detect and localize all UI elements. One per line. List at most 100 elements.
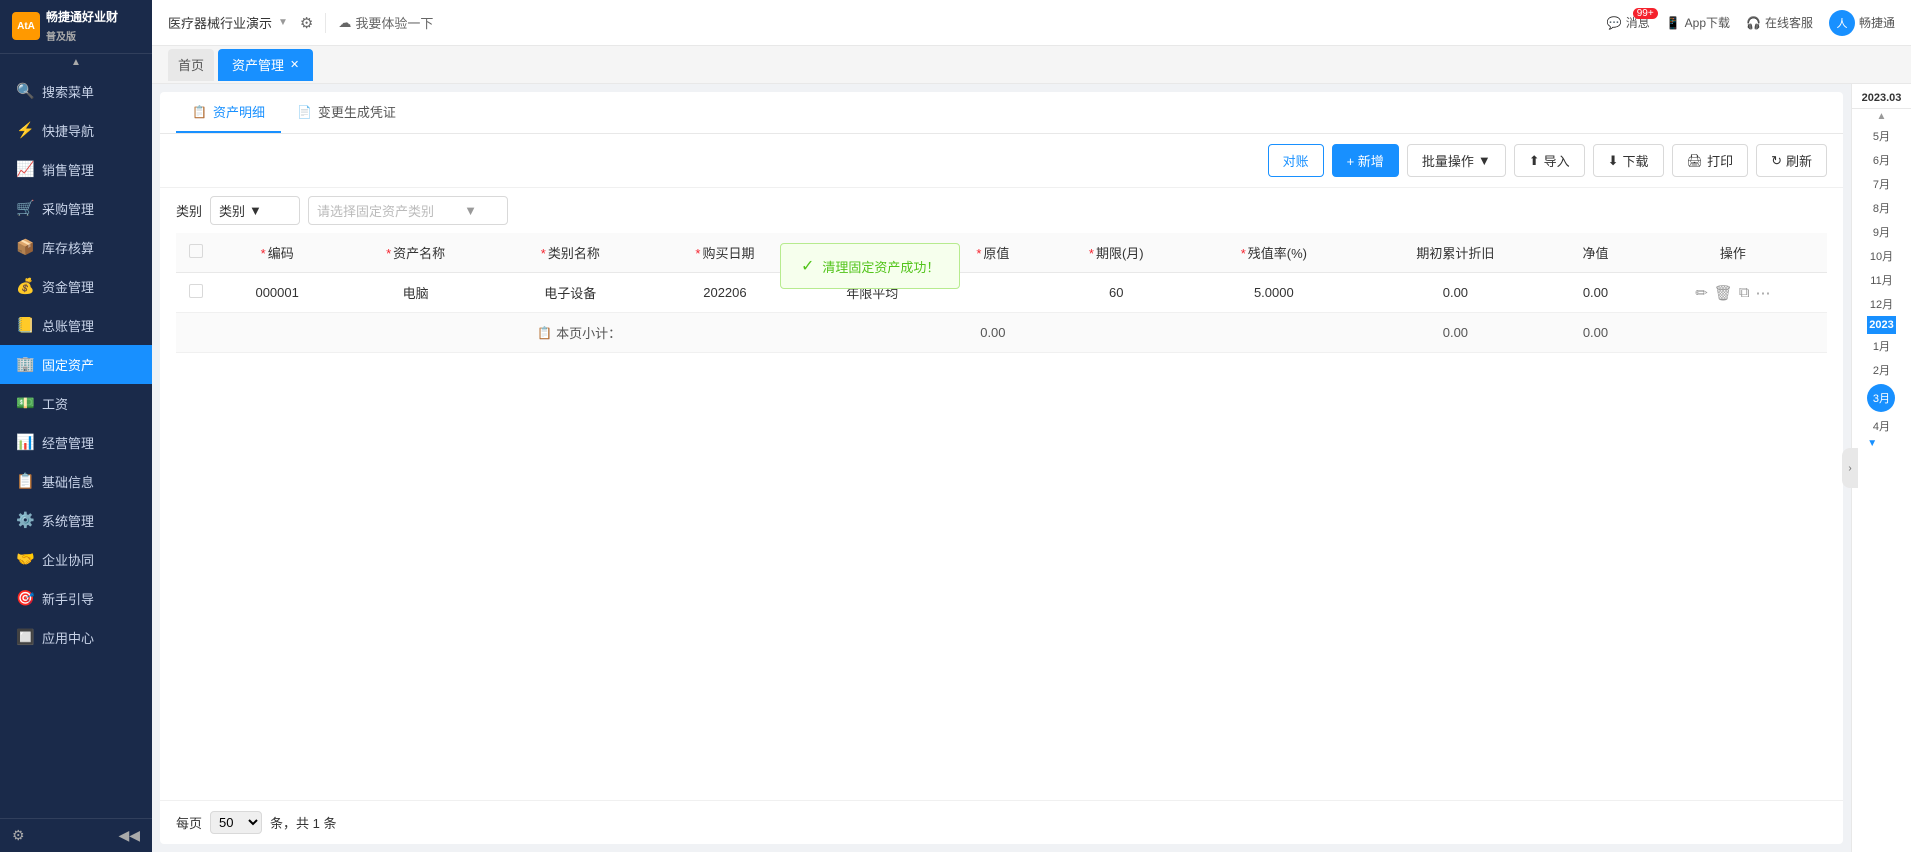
message-icon: 💬	[1607, 16, 1622, 30]
sidebar-item-payroll[interactable]: 💵工资	[0, 384, 152, 423]
subtotal-accumulated: 0.00	[1359, 313, 1553, 353]
sidebar-items-list: 🔍搜索菜单⚡快捷导航📈销售管理 🛒 采购管理 📦库存核算💰资金管理📒总账管理🏢固定资产…	[0, 72, 152, 818]
sidebar-item-guide[interactable]: 🎯新手引导	[0, 579, 152, 618]
table-header-row: *编码 *资产名称 *类别名称 *购买日期 折旧方法 *原值 *期限(月) *残…	[176, 233, 1827, 273]
sidebar-item-label-apps: 应用中心	[42, 628, 94, 647]
user-profile-btn[interactable]: 人 畅捷通	[1829, 10, 1895, 36]
subtotal-net: 0.00	[1552, 313, 1639, 353]
toast-check-icon: ✓	[801, 256, 814, 276]
timeline-month-prev-8月[interactable]: 8月	[1867, 196, 1895, 220]
sub-tab-change-voucher[interactable]: 📄变更生成凭证	[281, 92, 412, 133]
timeline-month-prev-9月[interactable]: 9月	[1867, 220, 1895, 244]
refresh-btn[interactable]: ↻ 刷新	[1756, 144, 1827, 177]
messages-btn[interactable]: 💬 消息 99+	[1607, 14, 1650, 31]
import-btn[interactable]: ⬆ 导入	[1514, 144, 1585, 177]
header-period: *期限(月)	[1043, 233, 1189, 273]
sidebar-item-search[interactable]: 🔍搜索菜单	[0, 72, 152, 111]
content-main: 📋资产明细📄变更生成凭证 对账 + 新增 批量操作 ▼ ⬆ 导入 ⬇ 下载	[160, 92, 1843, 844]
batch-btn[interactable]: 批量操作 ▼	[1407, 144, 1506, 177]
select-all-checkbox[interactable]	[189, 244, 203, 258]
subtotal-label: 📋本页小计：	[216, 313, 942, 353]
header-checkbox-cell	[176, 233, 216, 273]
timeline-month-active-3月[interactable]: 3月	[1867, 384, 1895, 412]
collapse-icon[interactable]: ◀◀	[118, 827, 140, 844]
timeline-month-4月[interactable]: 4月	[1867, 414, 1895, 438]
sidebar-item-label-purchase: 采购管理	[42, 199, 94, 218]
right-panel: › 2023.03 ▲ 5月6月7月8月9月10月11月12月20231月2月3…	[1851, 84, 1911, 852]
sidebar-item-sales[interactable]: 📈销售管理	[0, 150, 152, 189]
right-panel-collapse-btn[interactable]: ›	[1842, 448, 1858, 488]
experience-btn[interactable]: ☁ 我要体验一下	[338, 13, 433, 32]
main-area: 医疗器械行业演示 ▼ ⚙ ☁ 我要体验一下 💬 消息 99+ 📱 App下载 🎧…	[152, 0, 1911, 852]
sidebar-scroll-up[interactable]: ▲	[0, 54, 152, 72]
per-page-select[interactable]: 50 100 200	[210, 811, 262, 834]
category-type-select[interactable]: 类别 ▼	[210, 196, 300, 225]
sidebar-item-label-ledger: 总账管理	[42, 316, 94, 335]
timeline-month-1月[interactable]: 1月	[1867, 334, 1895, 358]
sidebar-item-ledger[interactable]: 📒总账管理	[0, 306, 152, 345]
sidebar-item-system[interactable]: ⚙️系统管理	[0, 501, 152, 540]
row-checkbox[interactable]	[189, 284, 203, 298]
sub-tab-asset-detail[interactable]: 📋资产明细	[176, 92, 281, 133]
company-dropdown-arrow: ▼	[278, 17, 288, 28]
sidebar-item-operations[interactable]: 📊经营管理	[0, 423, 152, 462]
category-filter-label: 类别	[176, 201, 202, 220]
timeline-scroll-down[interactable]: ▼	[1867, 438, 1895, 449]
header-actions: 操作	[1639, 233, 1827, 273]
sidebar-item-label-inventory: 库存核算	[42, 238, 94, 257]
sidebar-item-label-system: 系统管理	[42, 511, 94, 530]
timeline-year-2023[interactable]: 2023	[1867, 316, 1895, 334]
row-category: 电子设备	[493, 273, 648, 313]
download-icon: 📱	[1666, 16, 1681, 30]
purchase-icon: 🛒	[16, 199, 34, 217]
edit-icon[interactable]: ✏	[1695, 284, 1708, 302]
timeline-month-2月[interactable]: 2月	[1867, 358, 1895, 382]
more-icon[interactable]: ⋯	[1756, 284, 1771, 302]
category-value-select[interactable]: 请选择固定资产类别 ▼	[308, 196, 508, 225]
topbar-settings-icon[interactable]: ⚙	[300, 14, 313, 32]
company-selector[interactable]: 医疗器械行业演示 ▼	[168, 13, 288, 32]
copy-icon[interactable]: ⧉	[1739, 284, 1750, 301]
timeline-month-prev-6月[interactable]: 6月	[1867, 148, 1895, 172]
quicknav-icon: ⚡	[16, 121, 34, 139]
app-download-btn[interactable]: 📱 App下载	[1666, 14, 1730, 31]
settings-icon[interactable]: ⚙	[12, 827, 25, 844]
operations-icon: 📊	[16, 433, 34, 451]
cloud-icon: ☁	[338, 15, 351, 31]
timeline-month-prev-12月[interactable]: 12月	[1867, 292, 1895, 316]
sidebar-item-quicknav[interactable]: ⚡快捷导航	[0, 111, 152, 150]
asset-detail-tab-label: 资产明细	[213, 102, 265, 121]
sidebar-item-apps[interactable]: 🔲应用中心	[0, 618, 152, 657]
timeline-month-prev-11月[interactable]: 11月	[1867, 268, 1895, 292]
toolbar: 对账 + 新增 批量操作 ▼ ⬆ 导入 ⬇ 下载 🖨 打印	[160, 134, 1843, 188]
per-page-label: 每页	[176, 813, 202, 832]
sidebar-item-base-info[interactable]: 📋基础信息	[0, 462, 152, 501]
logo-text: 畅捷通好业财	[46, 10, 118, 26]
sidebar-item-inventory[interactable]: 📦库存核算	[0, 228, 152, 267]
sidebar-item-purchase[interactable]: 🛒 采购管理	[0, 189, 152, 228]
new-btn[interactable]: + 新增	[1332, 144, 1399, 177]
timeline-scroll-up[interactable]: ▲	[1875, 109, 1889, 124]
download-btn[interactable]: ⬇ 下载	[1593, 144, 1664, 177]
print-icon: 🖨	[1687, 153, 1704, 169]
reconcile-btn[interactable]: 对账	[1268, 144, 1324, 177]
tab-asset-management[interactable]: 资产管理 ✕	[218, 49, 313, 81]
online-service-btn[interactable]: 🎧 在线客服	[1746, 14, 1813, 31]
tab-close-icon[interactable]: ✕	[290, 58, 299, 71]
header-name: *资产名称	[338, 233, 493, 273]
logo-icon: AtA	[12, 12, 40, 40]
print-btn[interactable]: 🖨 打印	[1672, 144, 1749, 177]
timeline-month-prev-7月[interactable]: 7月	[1867, 172, 1895, 196]
sidebar-item-enterprise[interactable]: 🤝企业协同	[0, 540, 152, 579]
delete-icon[interactable]: 🗑	[1714, 284, 1733, 302]
sidebar-item-fixed-assets[interactable]: 🏢固定资产	[0, 345, 152, 384]
timeline-month-prev-5月[interactable]: 5月	[1867, 124, 1895, 148]
timeline-container: 5月6月7月8月9月10月11月12月20231月2月3月4月▼	[1867, 124, 1895, 449]
timeline-header: 2023.03	[1852, 88, 1911, 109]
header-code: *编码	[216, 233, 338, 273]
timeline-month-prev-10月[interactable]: 10月	[1867, 244, 1895, 268]
change-voucher-tab-icon: 📄	[297, 105, 312, 119]
tab-home[interactable]: 首页	[168, 49, 214, 81]
header-net-value: 净值	[1552, 233, 1639, 273]
sidebar-item-finance[interactable]: 💰资金管理	[0, 267, 152, 306]
